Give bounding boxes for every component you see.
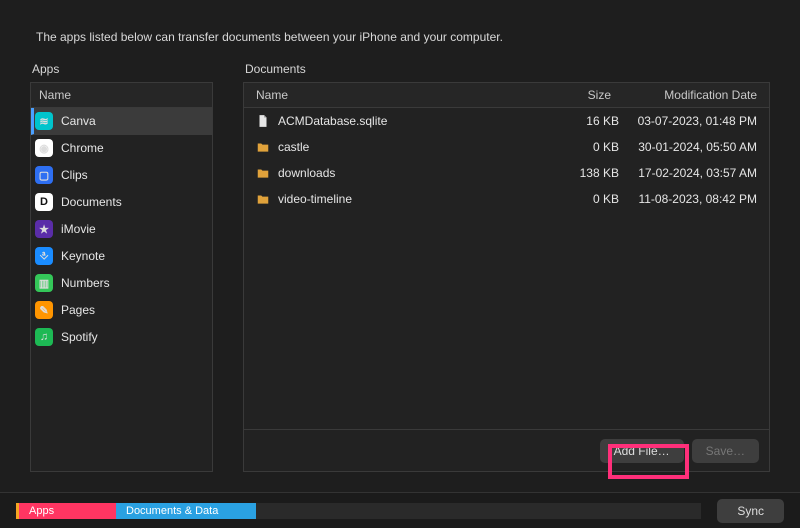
- app-icon-pages: ✎: [35, 301, 53, 319]
- document-name: downloads: [278, 166, 335, 180]
- docs-header-size[interactable]: Size: [539, 88, 619, 102]
- document-size: 138 KB: [539, 166, 619, 180]
- apps-list-header: Name: [31, 83, 212, 108]
- app-label: Canva: [61, 114, 96, 128]
- app-label: Documents: [61, 195, 122, 209]
- app-icon-clips: ▢: [35, 166, 53, 184]
- app-row-numbers[interactable]: ▥ Numbers: [31, 270, 212, 297]
- app-icon-keynote: ⎀: [35, 247, 53, 265]
- app-label: Clips: [61, 168, 88, 182]
- document-size: 0 KB: [539, 192, 619, 206]
- document-row[interactable]: ACMDatabase.sqlite 16 KB03-07-2023, 01:48…: [244, 108, 769, 134]
- bottom-bar: Apps Documents & Data Sync: [0, 492, 800, 528]
- document-row[interactable]: video-timeline 0 KB11-08-2023, 08:42 PM: [244, 186, 769, 212]
- app-label: Numbers: [61, 276, 110, 290]
- app-icon-numbers: ▥: [35, 274, 53, 292]
- app-label: Chrome: [61, 141, 104, 155]
- docs-header-name[interactable]: Name: [244, 88, 539, 102]
- documents-footer: Add File… Save…: [244, 429, 769, 471]
- document-size: 16 KB: [539, 114, 619, 128]
- sync-button[interactable]: Sync: [717, 499, 784, 523]
- document-date: 03-07-2023, 01:48 PM: [619, 114, 769, 128]
- app-icon-canva: ≋: [35, 112, 53, 130]
- document-date: 30-01-2024, 05:50 AM: [619, 140, 769, 154]
- apps-list: Name ≋ Canva ◉ Chrome ▢ Clips D Documents ★ iMovi…: [30, 82, 213, 472]
- description-text: The apps listed below can transfer docum…: [0, 0, 800, 62]
- save-button: Save…: [692, 439, 759, 463]
- storage-segment-documents: Documents & Data: [116, 503, 256, 519]
- app-row-keynote[interactable]: ⎀ Keynote: [31, 243, 212, 270]
- app-row-canva[interactable]: ≋ Canva: [31, 108, 212, 135]
- document-name: video-timeline: [278, 192, 352, 206]
- folder-icon: [256, 192, 270, 206]
- document-name: ACMDatabase.sqlite: [278, 114, 387, 128]
- app-row-pages[interactable]: ✎ Pages: [31, 297, 212, 324]
- storage-segment-apps: Apps: [16, 503, 116, 519]
- app-label: Spotify: [61, 330, 98, 344]
- document-row[interactable]: castle 0 KB30-01-2024, 05:50 AM: [244, 134, 769, 160]
- folder-icon: [256, 166, 270, 180]
- app-icon-imovie: ★: [35, 220, 53, 238]
- app-label: iMovie: [61, 222, 96, 236]
- app-icon-chrome: ◉: [35, 139, 53, 157]
- documents-list-header: Name Size Modification Date: [244, 83, 769, 108]
- add-file-button[interactable]: Add File…: [600, 439, 684, 463]
- app-row-spotify[interactable]: ♫ Spotify: [31, 324, 212, 351]
- document-date: 11-08-2023, 08:42 PM: [619, 192, 769, 206]
- app-label: Keynote: [61, 249, 105, 263]
- docs-header-date[interactable]: Modification Date: [619, 88, 769, 102]
- apps-section-title: Apps: [30, 62, 213, 76]
- storage-bar: Apps Documents & Data: [16, 503, 701, 519]
- document-row[interactable]: downloads 138 KB17-02-2024, 03:57 AM: [244, 160, 769, 186]
- document-date: 17-02-2024, 03:57 AM: [619, 166, 769, 180]
- documents-section-title: Documents: [243, 62, 770, 76]
- app-row-clips[interactable]: ▢ Clips: [31, 162, 212, 189]
- app-row-imovie[interactable]: ★ iMovie: [31, 216, 212, 243]
- apps-header-name[interactable]: Name: [31, 88, 212, 102]
- folder-icon: [256, 140, 270, 154]
- document-name: castle: [278, 140, 309, 154]
- file-icon: [256, 114, 270, 128]
- document-size: 0 KB: [539, 140, 619, 154]
- documents-list: Name Size Modification Date ACMDatabase.…: [243, 82, 770, 472]
- app-row-chrome[interactable]: ◉ Chrome: [31, 135, 212, 162]
- app-icon-spotify: ♫: [35, 328, 53, 346]
- app-icon-documents: D: [35, 193, 53, 211]
- app-row-documents[interactable]: D Documents: [31, 189, 212, 216]
- app-label: Pages: [61, 303, 95, 317]
